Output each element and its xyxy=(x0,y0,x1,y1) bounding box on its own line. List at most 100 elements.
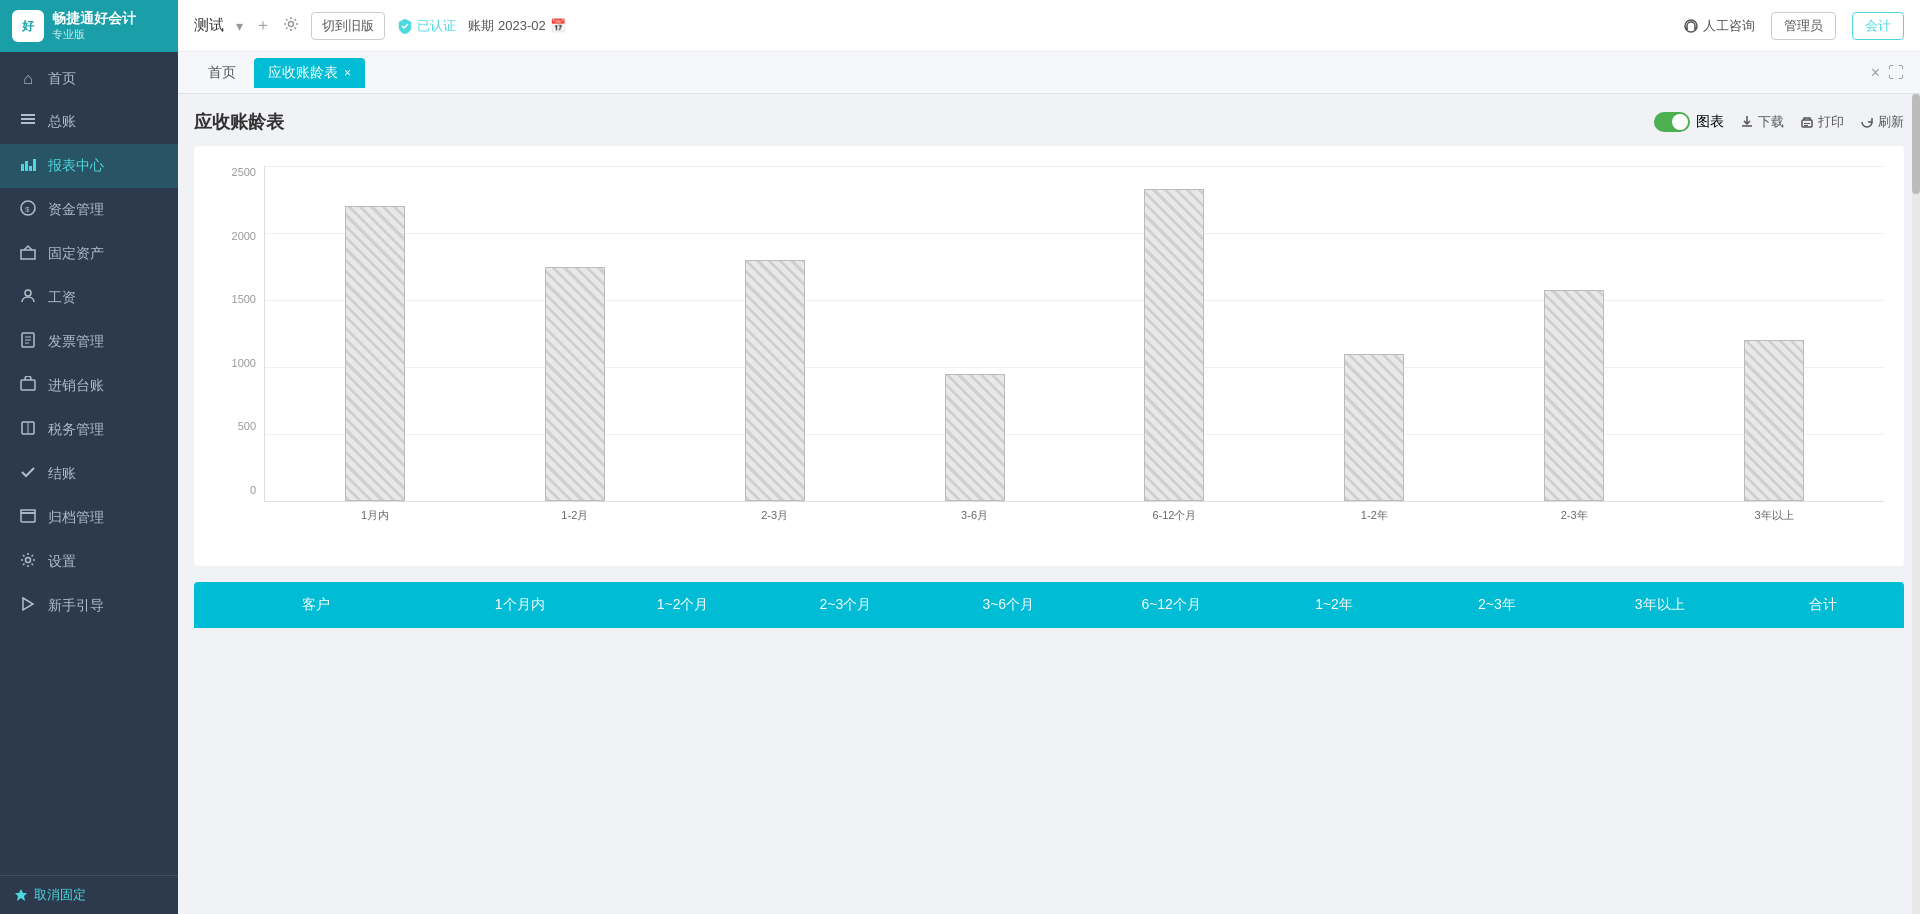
chart-toggle-label: 图表 xyxy=(1696,113,1724,131)
topbar-right: 人工咨询 管理员 会计 xyxy=(1683,12,1904,40)
tab-close-icon[interactable]: × xyxy=(344,66,351,80)
svg-rect-3 xyxy=(21,164,24,171)
download-button[interactable]: 下载 xyxy=(1740,113,1784,131)
chart-toggle[interactable] xyxy=(1654,112,1690,132)
switch-version-button[interactable]: 切到旧版 xyxy=(311,12,385,40)
funds-icon: $ xyxy=(18,200,38,220)
print-label: 打印 xyxy=(1818,113,1844,131)
table-container: 客户 1个月内 1~2个月 2~3个月 3~6个月 6~12个月 1~2年 2~… xyxy=(194,582,1904,628)
close-period-icon xyxy=(18,464,38,484)
add-company-icon[interactable]: ＋ xyxy=(255,15,271,36)
x-label-1-2m: 1-2月 xyxy=(561,508,588,523)
bar-group-2-3y: 2-3年 xyxy=(1474,166,1674,501)
bar-3-6m xyxy=(945,374,1005,501)
print-button[interactable]: 打印 xyxy=(1800,113,1844,131)
guide-icon xyxy=(18,596,38,616)
chart-inner: 1月内 1-2月 2-3月 3-6月 xyxy=(264,166,1884,502)
bar-group-1m: 1月内 xyxy=(275,166,475,501)
sidebar-item-close[interactable]: 结账 xyxy=(0,452,178,496)
tax-icon xyxy=(18,420,38,440)
tab-home-label: 首页 xyxy=(208,64,236,82)
bar-3y-plus xyxy=(1744,340,1804,501)
svg-rect-0 xyxy=(21,114,35,116)
tab-home[interactable]: 首页 xyxy=(194,58,250,88)
svg-rect-26 xyxy=(1694,27,1696,30)
verified-label: 已认证 xyxy=(417,17,456,35)
svg-rect-1 xyxy=(21,118,35,120)
inventory-icon xyxy=(18,376,38,396)
x-label-1m: 1月内 xyxy=(361,508,389,523)
user-button[interactable]: 管理员 xyxy=(1771,12,1836,40)
bar-1-2m xyxy=(545,267,605,502)
sidebar-item-ledger[interactable]: 总账 xyxy=(0,100,178,144)
sidebar-label-archive: 归档管理 xyxy=(48,509,104,527)
svg-rect-15 xyxy=(21,380,35,390)
consult-button[interactable]: 人工咨询 xyxy=(1683,17,1755,35)
svg-marker-21 xyxy=(23,598,33,610)
main-area: 测试 ▾ ＋ 切到旧版 已认证 账期 2023-02 📅 人工咨询 管理员 会计… xyxy=(178,0,1920,914)
topbar: 测试 ▾ ＋ 切到旧版 已认证 账期 2023-02 📅 人工咨询 管理员 会计 xyxy=(178,0,1920,52)
y-label-500: 500 xyxy=(214,420,264,432)
chart-area: 0 500 1000 1500 2000 2500 xyxy=(214,166,1884,526)
company-dropdown-icon[interactable]: ▾ xyxy=(236,18,243,34)
download-icon xyxy=(1740,115,1754,129)
role-button[interactable]: 会计 xyxy=(1852,12,1904,40)
page-scrollbar[interactable] xyxy=(1912,94,1920,914)
svg-rect-4 xyxy=(25,161,28,171)
svg-rect-2 xyxy=(21,122,35,124)
tabs-window-controls: × ⛶ xyxy=(1871,64,1904,82)
svg-text:$: $ xyxy=(25,205,30,214)
consult-label: 人工咨询 xyxy=(1703,17,1755,35)
report-header: 应收账龄表 图表 下载 打印 刷新 xyxy=(194,110,1904,134)
sidebar-item-inventory[interactable]: 进销台账 xyxy=(0,364,178,408)
sidebar-item-invoice[interactable]: 发票管理 xyxy=(0,320,178,364)
report-actions: 图表 下载 打印 刷新 xyxy=(1654,112,1904,132)
x-label-1-2y: 1-2年 xyxy=(1361,508,1388,523)
x-label-2-3m: 2-3月 xyxy=(761,508,788,523)
refresh-button[interactable]: 刷新 xyxy=(1860,113,1904,131)
window-expand-icon[interactable]: ⛶ xyxy=(1888,64,1904,82)
svg-point-20 xyxy=(26,558,31,563)
svg-rect-9 xyxy=(21,250,35,259)
sidebar-item-assets[interactable]: 固定资产 xyxy=(0,232,178,276)
verified-status: 已认证 xyxy=(397,17,456,35)
download-label: 下载 xyxy=(1758,113,1784,131)
sidebar-item-reports[interactable]: 报表中心 xyxy=(0,144,178,188)
payroll-icon xyxy=(18,288,38,308)
toggle-knob xyxy=(1672,114,1688,130)
invoice-icon xyxy=(18,332,38,352)
scrollbar-thumb xyxy=(1912,94,1920,194)
sidebar-unpin-footer[interactable]: 取消固定 xyxy=(0,875,178,914)
svg-rect-5 xyxy=(29,166,32,171)
th-3y-plus: 3年以上 xyxy=(1578,596,1741,614)
sidebar-item-guide[interactable]: 新手引导 xyxy=(0,584,178,628)
sidebar-item-settings[interactable]: 设置 xyxy=(0,540,178,584)
sidebar-item-payroll[interactable]: 工资 xyxy=(0,276,178,320)
bar-2-3m xyxy=(745,260,805,501)
svg-rect-29 xyxy=(1804,125,1808,126)
x-label-2-3y: 2-3年 xyxy=(1561,508,1588,523)
headset-icon xyxy=(1683,18,1699,34)
th-1m: 1个月内 xyxy=(438,596,601,614)
refresh-label: 刷新 xyxy=(1878,113,1904,131)
sidebar-logo: 好 畅捷通好会计 专业版 xyxy=(0,0,178,52)
tab-aging-report[interactable]: 应收账龄表 × xyxy=(254,58,365,88)
sidebar-label-inventory: 进销台账 xyxy=(48,377,104,395)
calendar-icon[interactable]: 📅 xyxy=(550,18,566,33)
sidebar-label-funds: 资金管理 xyxy=(48,201,104,219)
bar-1-2y xyxy=(1344,354,1404,501)
window-close-icon[interactable]: × xyxy=(1871,64,1880,82)
app-edition: 专业版 xyxy=(52,27,136,42)
sidebar-item-archive[interactable]: 归档管理 xyxy=(0,496,178,540)
svg-point-10 xyxy=(25,290,31,296)
sidebar-item-tax[interactable]: 税务管理 xyxy=(0,408,178,452)
svg-rect-6 xyxy=(33,159,36,171)
period-info: 账期 2023-02 📅 xyxy=(468,17,566,35)
sidebar-scroll: ⌂ 首页 总账 报表中心 $ 资金管理 固定资产 xyxy=(0,52,178,875)
sidebar-item-funds[interactable]: $ 资金管理 xyxy=(0,188,178,232)
sidebar-item-home[interactable]: ⌂ 首页 xyxy=(0,58,178,100)
topbar-settings-icon[interactable] xyxy=(283,16,299,36)
x-label-3y-plus: 3年以上 xyxy=(1755,508,1794,523)
svg-rect-28 xyxy=(1804,123,1810,124)
svg-point-23 xyxy=(289,21,294,26)
